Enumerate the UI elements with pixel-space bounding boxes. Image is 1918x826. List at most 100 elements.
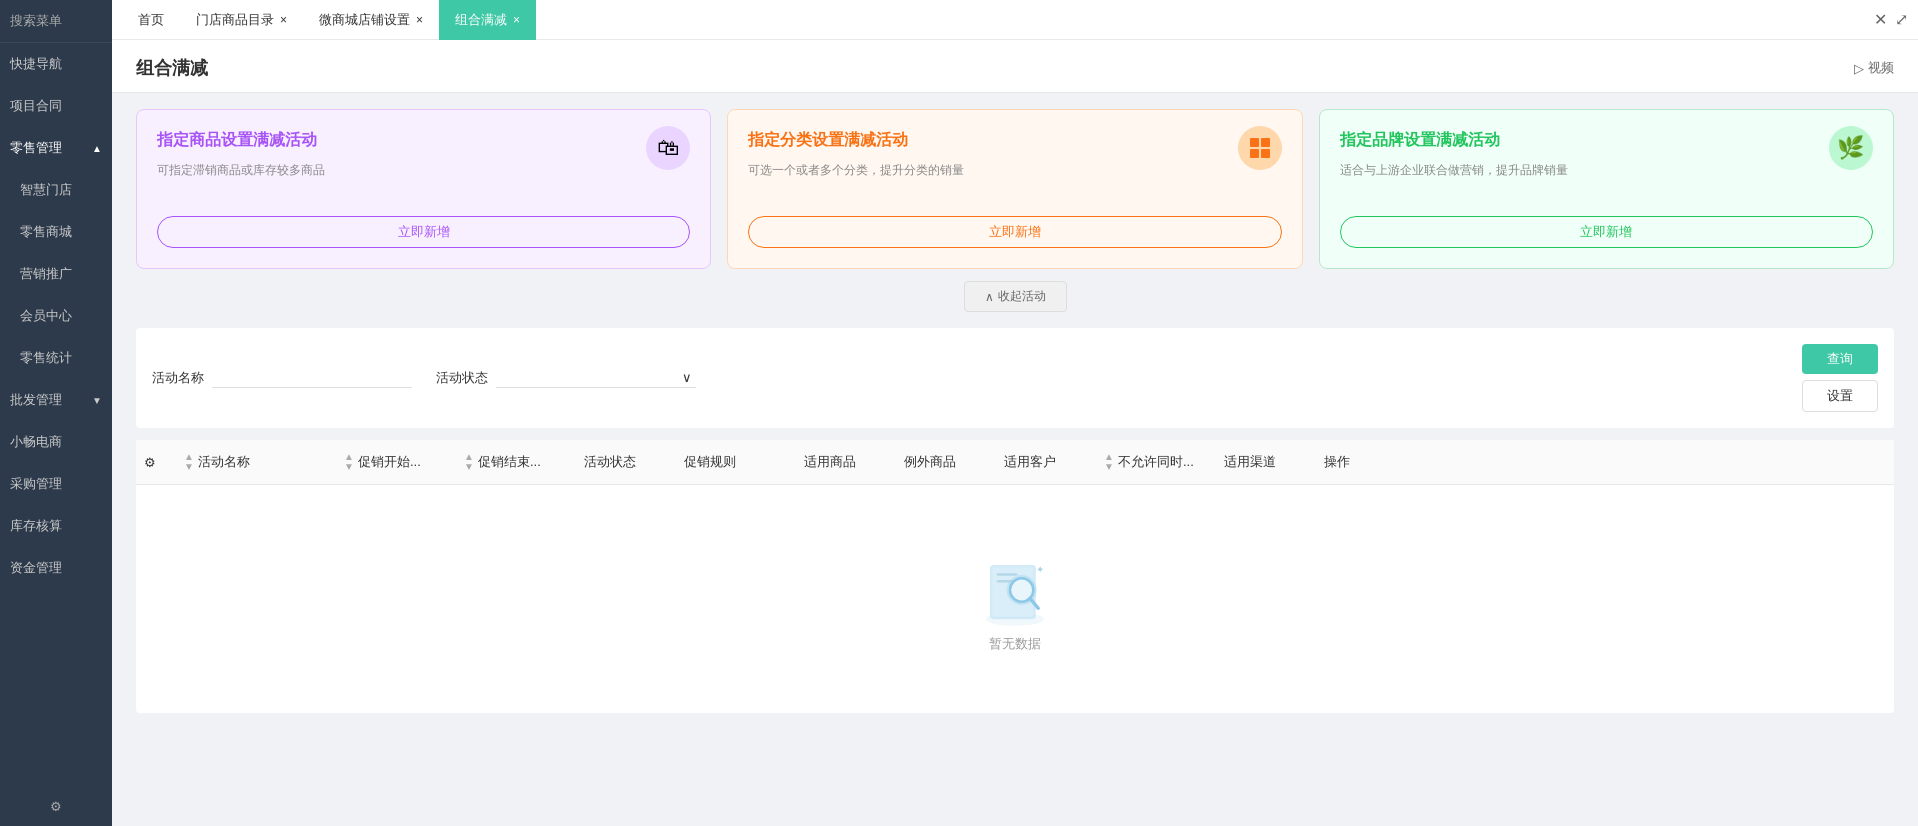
- sidebar-item-label: 采购管理: [10, 475, 62, 493]
- th-applicable-channel: 适用渠道: [1216, 441, 1316, 483]
- sidebar-settings[interactable]: ⚙: [0, 787, 112, 826]
- product-promo-card: 🛍 指定商品设置满减活动 可指定滞销商品或库存较多商品 立即新增: [136, 109, 711, 269]
- sidebar-item-marketing[interactable]: 营销推广: [0, 253, 112, 295]
- collapse-bar: ∧ 收起活动: [136, 281, 1894, 312]
- activity-status-label: 活动状态: [436, 369, 488, 387]
- tab-wechat-store-close[interactable]: ×: [416, 13, 423, 27]
- tab-combo-discount-label: 组合满减: [455, 11, 507, 29]
- sidebar-item-xiochang-ecom[interactable]: 小畅电商: [0, 421, 112, 463]
- svg-rect-11: [997, 573, 1018, 576]
- tab-combo-discount[interactable]: 组合满减 ×: [439, 0, 536, 40]
- page-title: 组合满减: [136, 56, 208, 80]
- activity-status-select[interactable]: ∨: [496, 368, 696, 388]
- sidebar-item-label: 会员中心: [20, 307, 72, 325]
- th-operation: 操作: [1316, 441, 1416, 483]
- page-content: 🛍 指定商品设置满减活动 可指定滞销商品或库存较多商品 立即新增 指定分类设置满…: [112, 93, 1918, 826]
- tab-store-catalog-close[interactable]: ×: [280, 13, 287, 27]
- table-header: ⚙ ▲▼ 活动名称 ▲▼ 促销开始... ▲▼ 促销结束... 活动状态: [136, 440, 1894, 485]
- maximize-window-button[interactable]: ⤢: [1895, 10, 1908, 29]
- filter-row: 活动名称 活动状态 ∨ 查询 设置: [136, 328, 1894, 428]
- th-applicable-channel-label: 适用渠道: [1224, 453, 1276, 471]
- sidebar-item-label: 营销推广: [20, 265, 72, 283]
- brand-promo-card: 🌿 指定品牌设置满减活动 适合与上游企业联合做营销，提升品牌销量 立即新增: [1319, 109, 1894, 269]
- data-table: ⚙ ▲▼ 活动名称 ▲▼ 促销开始... ▲▼ 促销结束... 活动状态: [136, 440, 1894, 713]
- sidebar-item-inventory[interactable]: 库存核算: [0, 505, 112, 547]
- sidebar-item-member-center[interactable]: 会员中心: [0, 295, 112, 337]
- activity-status-filter: 活动状态 ∨: [436, 368, 696, 388]
- sidebar-item-label: 智慧门店: [20, 181, 72, 199]
- category-card-title: 指定分类设置满减活动: [748, 130, 1281, 151]
- th-operation-label: 操作: [1324, 453, 1350, 471]
- sidebar-item-label: 快捷导航: [10, 55, 62, 73]
- collapse-activities-button[interactable]: ∧ 收起活动: [964, 281, 1067, 312]
- th-activity-status-label: 活动状态: [584, 453, 636, 471]
- tab-store-catalog[interactable]: 门店商品目录 ×: [180, 0, 303, 40]
- svg-text:✦: ✦: [1036, 564, 1044, 575]
- sidebar-item-label: 批发管理: [10, 391, 62, 409]
- category-card-icon: [1238, 126, 1282, 170]
- tab-actions: ✕ ⤢: [1874, 10, 1908, 29]
- th-promo-end-label: 促销结束...: [478, 453, 541, 471]
- activity-name-input[interactable]: [212, 368, 412, 388]
- th-excluded-products: 例外商品: [896, 441, 996, 483]
- empty-illustration: ✦: [965, 545, 1065, 635]
- sidebar: 搜索菜单 快捷导航 项目合同 零售管理 ▲ 智慧门店 零售商城 营销推广 会员中…: [0, 0, 112, 826]
- th-promo-start: ▲▼ 促销开始...: [336, 440, 456, 484]
- th-applicable-products: 适用商品: [796, 441, 896, 483]
- gear-icon: ⚙: [50, 799, 62, 814]
- svg-rect-12: [997, 580, 1014, 583]
- sort-icon[interactable]: ▲▼: [344, 452, 354, 472]
- video-button[interactable]: ▷ 视频: [1854, 59, 1894, 77]
- product-card-add-button[interactable]: 立即新增: [157, 216, 690, 248]
- th-activity-status: 活动状态: [576, 441, 676, 483]
- th-activity-name-label: 活动名称: [198, 453, 250, 471]
- category-card-desc: 可选一个或者多个分类，提升分类的销量: [748, 161, 1281, 200]
- svg-rect-1: [1261, 138, 1270, 147]
- collapse-label: 收起活动: [998, 288, 1046, 305]
- category-promo-card: 指定分类设置满减活动 可选一个或者多个分类，提升分类的销量 立即新增: [727, 109, 1302, 269]
- tab-store-catalog-label: 门店商品目录: [196, 11, 274, 29]
- sidebar-item-finance-mgmt[interactable]: 资金管理: [0, 547, 112, 589]
- settings-button[interactable]: 设置: [1802, 380, 1878, 412]
- sidebar-item-quick-nav[interactable]: 快捷导航: [0, 43, 112, 85]
- chevron-down-icon: ▼: [92, 395, 102, 406]
- sidebar-item-label: 零售商城: [20, 223, 72, 241]
- sidebar-item-purchase-mgmt[interactable]: 采购管理: [0, 463, 112, 505]
- svg-rect-3: [1261, 149, 1270, 158]
- category-card-add-button[interactable]: 立即新增: [748, 216, 1281, 248]
- empty-state: ✦ 暂无数据: [136, 485, 1894, 713]
- empty-text: 暂无数据: [989, 635, 1041, 653]
- th-activity-name: ▲▼ 活动名称: [176, 440, 336, 484]
- sidebar-item-retail-mgmt[interactable]: 零售管理 ▲: [0, 127, 112, 169]
- sidebar-item-label: 项目合同: [10, 97, 62, 115]
- activity-name-filter: 活动名称: [152, 368, 412, 388]
- filter-actions: 查询 设置: [1802, 344, 1878, 412]
- th-promo-rule-label: 促销规则: [684, 453, 736, 471]
- brand-card-add-button[interactable]: 立即新增: [1340, 216, 1873, 248]
- sort-icon[interactable]: ▲▼: [1104, 452, 1114, 472]
- play-icon: ▷: [1854, 61, 1864, 76]
- th-promo-start-label: 促销开始...: [358, 453, 421, 471]
- sidebar-item-project-contract[interactable]: 项目合同: [0, 85, 112, 127]
- sidebar-search[interactable]: 搜索菜单: [0, 0, 112, 43]
- th-settings[interactable]: ⚙: [136, 443, 176, 482]
- query-button[interactable]: 查询: [1802, 344, 1878, 374]
- th-promo-rule: 促销规则: [676, 441, 796, 483]
- tab-combo-discount-close[interactable]: ×: [513, 13, 520, 27]
- brand-card-icon: 🌿: [1829, 126, 1873, 170]
- sidebar-item-retail-stats[interactable]: 零售统计: [0, 337, 112, 379]
- tab-home[interactable]: 首页: [122, 0, 180, 40]
- sort-icon[interactable]: ▲▼: [184, 452, 194, 472]
- tab-wechat-store[interactable]: 微商城店铺设置 ×: [303, 0, 439, 40]
- sidebar-item-wholesale-mgmt[interactable]: 批发管理 ▼: [0, 379, 112, 421]
- sidebar-item-smart-store[interactable]: 智慧门店: [0, 169, 112, 211]
- tab-bar: 首页 门店商品目录 × 微商城店铺设置 × 组合满减 × ✕ ⤢: [112, 0, 1918, 40]
- tab-wechat-store-label: 微商城店铺设置: [319, 11, 410, 29]
- brand-card-title: 指定品牌设置满减活动: [1340, 130, 1873, 151]
- th-promo-end: ▲▼ 促销结束...: [456, 440, 576, 484]
- sort-icon[interactable]: ▲▼: [464, 452, 474, 472]
- close-window-button[interactable]: ✕: [1874, 10, 1887, 29]
- sidebar-item-label: 资金管理: [10, 559, 62, 577]
- sidebar-item-retail-mall[interactable]: 零售商城: [0, 211, 112, 253]
- video-label: 视频: [1868, 59, 1894, 77]
